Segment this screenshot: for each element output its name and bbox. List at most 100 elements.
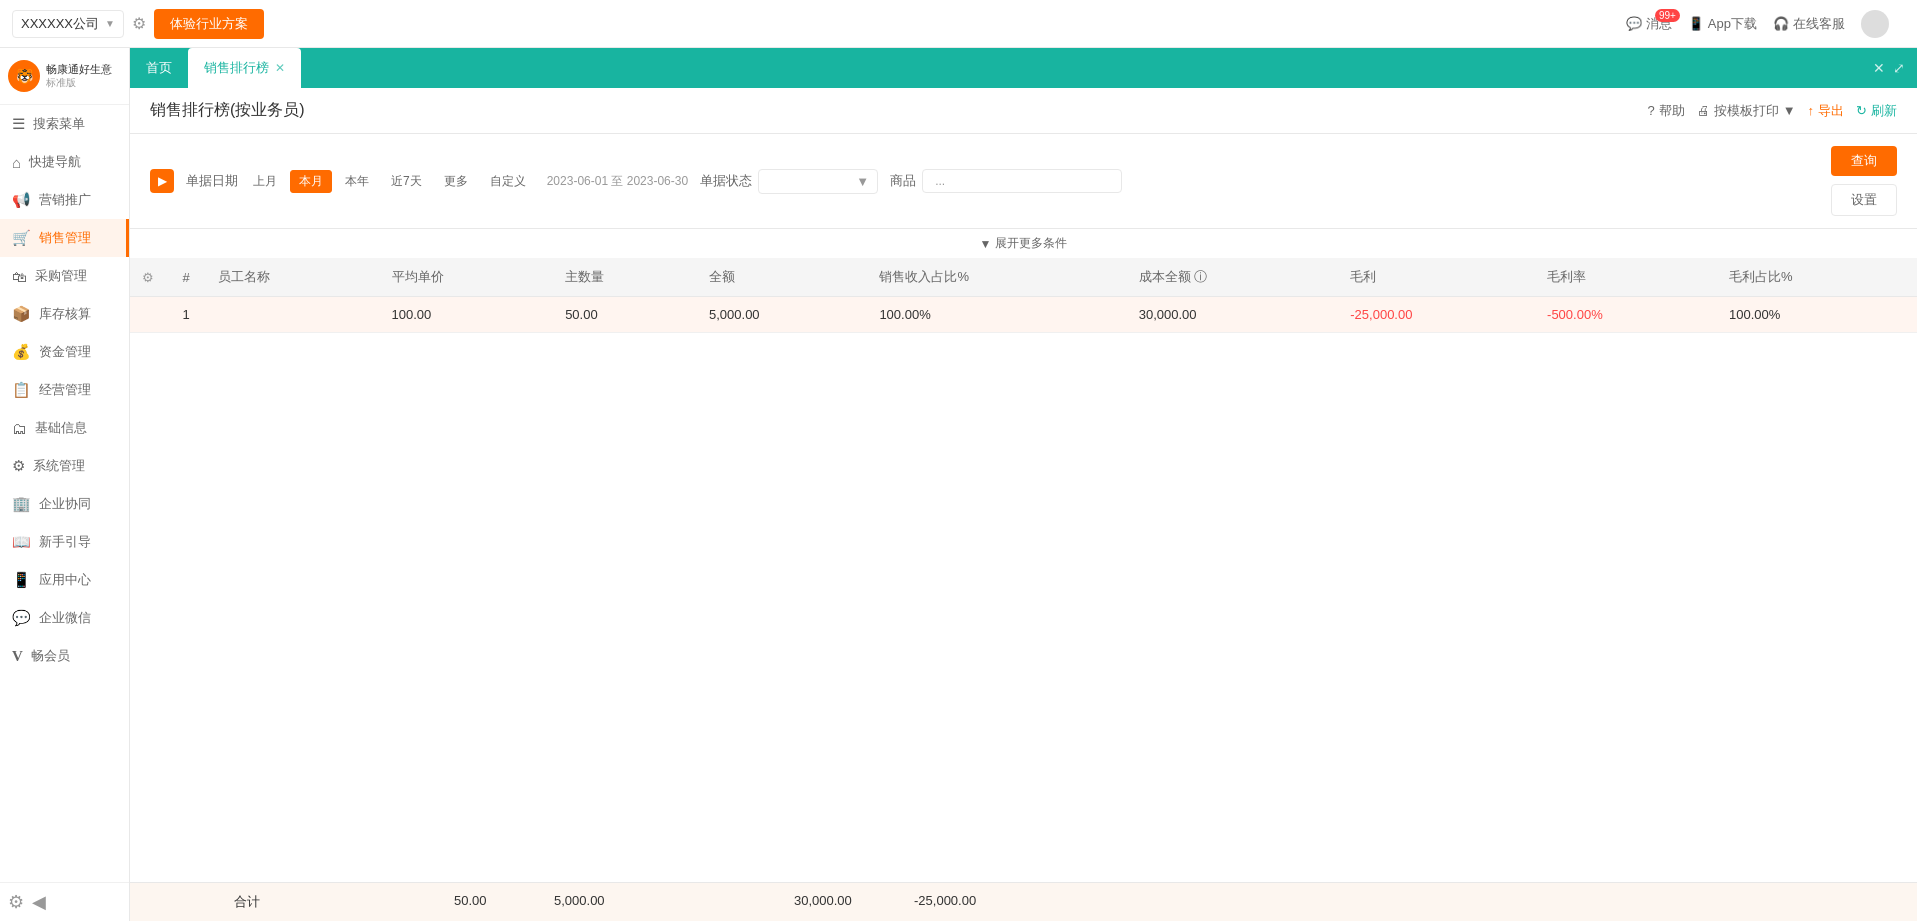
guide-icon: 📖 [12, 533, 31, 551]
tab-sales-rank[interactable]: 销售排行榜 ✕ [188, 48, 301, 88]
sidebar-item-inventory[interactable]: 📦 库存核算 [0, 295, 129, 333]
topbar-settings-icon[interactable]: ⚙ [132, 14, 146, 33]
sidebar-item-app-center[interactable]: 📱 应用中心 [0, 561, 129, 599]
sidebar-item-purchase[interactable]: 🛍 采购管理 [0, 257, 129, 295]
export-label: 导出 [1818, 102, 1844, 120]
refresh-button[interactable]: ↻ 刷新 [1856, 102, 1897, 120]
page-header: 销售排行榜(按业务员) ? 帮助 🖨 按模板打印 ▼ ↑ [130, 88, 1917, 134]
footer-avg-price-cell [342, 893, 442, 911]
goods-filter-label: 商品 [890, 172, 916, 190]
sidebar-bottom: ⚙ ◀ [0, 882, 129, 921]
help-label: 帮助 [1659, 102, 1685, 120]
content-area: 首页 销售排行榜 ✕ ✕ ⤢ 销售排行榜(按业务员) [130, 48, 1917, 921]
app-download-button[interactable]: 📱 App下载 [1688, 15, 1757, 33]
search-icon: ☰ [12, 115, 25, 133]
row-gross-rate-cell: -500.00% [1535, 297, 1717, 333]
sidebar: 🐯 畅康通好生意 标准版 ☰ 搜索菜单 ⌂ 快捷导航 📢 营销推广 🛒 销售 [0, 48, 130, 921]
date-btn-custom[interactable]: 自定义 [481, 170, 535, 193]
sidebar-label-quick-nav: 快捷导航 [29, 153, 81, 171]
filter-collapse-button[interactable]: ▶ [150, 169, 174, 193]
date-btn-this-year[interactable]: 本年 [336, 170, 378, 193]
sidebar-item-system[interactable]: ⚙ 系统管理 [0, 447, 129, 485]
status-chevron-icon: ▼ [856, 174, 869, 189]
export-icon: ↑ [1808, 103, 1815, 118]
footer-sales-ratio-cell [662, 893, 782, 911]
tab-right-actions: ✕ ⤢ [1873, 60, 1917, 76]
tab-close-icon[interactable]: ✕ [275, 61, 285, 75]
company-selector[interactable]: XXXXXX公司 ▼ [12, 10, 124, 38]
sidebar-label-member: 畅会员 [31, 647, 70, 665]
sidebar-item-wechat[interactable]: 💬 企业微信 [0, 599, 129, 637]
row-gross-ratio-cell: 100.00% [1717, 297, 1917, 333]
tab-sales-rank-label: 销售排行榜 [204, 59, 269, 77]
sidebar-item-operations[interactable]: 📋 经营管理 [0, 371, 129, 409]
table-wrapper[interactable]: ⚙ # 员工名称 平均单价 主数量 全额 销售收入占比% 成本全额 ⓘ 毛 [130, 258, 1917, 882]
col-header-gross: 毛利 [1338, 258, 1535, 297]
app-center-icon: 📱 [12, 571, 31, 589]
help-button[interactable]: ? 帮助 [1647, 102, 1684, 120]
avatar[interactable] [1861, 10, 1889, 38]
date-btn-7days[interactable]: 近7天 [382, 170, 431, 193]
print-icon: 🖨 [1697, 103, 1710, 118]
settings-button[interactable]: 设置 [1831, 184, 1897, 216]
sidebar-item-finance[interactable]: 💰 资金管理 [0, 333, 129, 371]
headset-icon: 🎧 [1773, 16, 1789, 31]
export-button[interactable]: ↑ 导出 [1808, 102, 1845, 120]
chevron-down-icon: ▼ [105, 18, 115, 29]
footer-cost-cell: 30,000.00 [782, 893, 902, 911]
date-buttons: 上月 本月 本年 近7天 更多 自定义 [244, 170, 535, 193]
filter-goods-item: 商品 ... [890, 169, 1122, 193]
template-print-button[interactable]: 🖨 按模板打印 ▼ [1697, 102, 1796, 120]
main-area: 🐯 畅康通好生意 标准版 ☰ 搜索菜单 ⌂ 快捷导航 📢 营销推广 🛒 销售 [0, 48, 1917, 921]
tab-maximize-icon[interactable]: ⤢ [1893, 60, 1905, 76]
footer-num-cell [182, 893, 222, 911]
app-download-label: App下载 [1708, 15, 1757, 33]
date-filter-label: 单据日期 [186, 172, 238, 190]
sidebar-item-enterprise[interactable]: 🏢 企业协同 [0, 485, 129, 523]
date-btn-last-month[interactable]: 上月 [244, 170, 286, 193]
company-name: XXXXXX公司 [21, 15, 99, 33]
column-settings-icon[interactable]: ⚙ [142, 270, 154, 285]
expand-more-button[interactable]: ▼ 展开更多条件 [980, 235, 1068, 252]
sales-icon: 🛒 [12, 229, 31, 247]
online-support-button[interactable]: 🎧 在线客服 [1773, 15, 1845, 33]
expand-label: 展开更多条件 [995, 235, 1067, 252]
col-header-gross-ratio: 毛利占比% [1717, 258, 1917, 297]
refresh-icon: ↻ [1856, 103, 1867, 118]
sidebar-label-sales: 销售管理 [39, 229, 91, 247]
sidebar-collapse-btn[interactable]: ◀ [32, 891, 46, 913]
trial-button[interactable]: 体验行业方案 [154, 9, 264, 39]
logo-icon: 🐯 [8, 60, 40, 92]
sales-rank-table: ⚙ # 员工名称 平均单价 主数量 全额 销售收入占比% 成本全额 ⓘ 毛 [130, 258, 1917, 333]
sidebar-item-sales[interactable]: 🛒 销售管理 [0, 219, 129, 257]
tab-close-window-icon[interactable]: ✕ [1873, 60, 1885, 76]
date-btn-more[interactable]: 更多 [435, 170, 477, 193]
sidebar-item-member[interactable]: V 畅会员 [0, 637, 129, 675]
sidebar-item-search-order[interactable]: ☰ 搜索菜单 [0, 105, 129, 143]
row-avg-price-cell: 100.00 [380, 297, 554, 333]
filter-date-range-item: 2023-06-01 至 2023-06-30 [547, 173, 688, 190]
expand-icon: ▼ [980, 237, 992, 251]
message-button[interactable]: 💬 消息 99+ [1626, 15, 1672, 33]
sidebar-label-search: 搜索菜单 [33, 115, 85, 133]
col-header-qty: 主数量 [553, 258, 697, 297]
sidebar-settings-btn[interactable]: ⚙ [8, 891, 24, 913]
sidebar-label-finance: 资金管理 [39, 343, 91, 361]
tab-home[interactable]: 首页 [130, 48, 188, 88]
logo-sub: 标准版 [46, 76, 112, 90]
sidebar-item-basics[interactable]: 🗂 基础信息 [0, 409, 129, 447]
date-btn-this-month[interactable]: 本月 [290, 170, 332, 193]
footer-gross-cell: -25,000.00 [902, 893, 1022, 911]
row-num-cell: 1 [166, 297, 206, 333]
footer-amount-cell: 5,000.00 [542, 893, 662, 911]
message-icon: 💬 [1626, 16, 1642, 31]
sidebar-item-quick-nav[interactable]: ⌂ 快捷导航 [0, 143, 129, 181]
enterprise-icon: 🏢 [12, 495, 31, 513]
goods-select[interactable]: ... [922, 169, 1122, 193]
sidebar-item-marketing[interactable]: 📢 营销推广 [0, 181, 129, 219]
status-select[interactable]: ▼ [758, 169, 878, 194]
purchase-icon: 🛍 [12, 268, 27, 285]
message-badge: 99+ [1655, 9, 1680, 22]
query-button[interactable]: 查询 [1831, 146, 1897, 176]
sidebar-item-guide[interactable]: 📖 新手引导 [0, 523, 129, 561]
